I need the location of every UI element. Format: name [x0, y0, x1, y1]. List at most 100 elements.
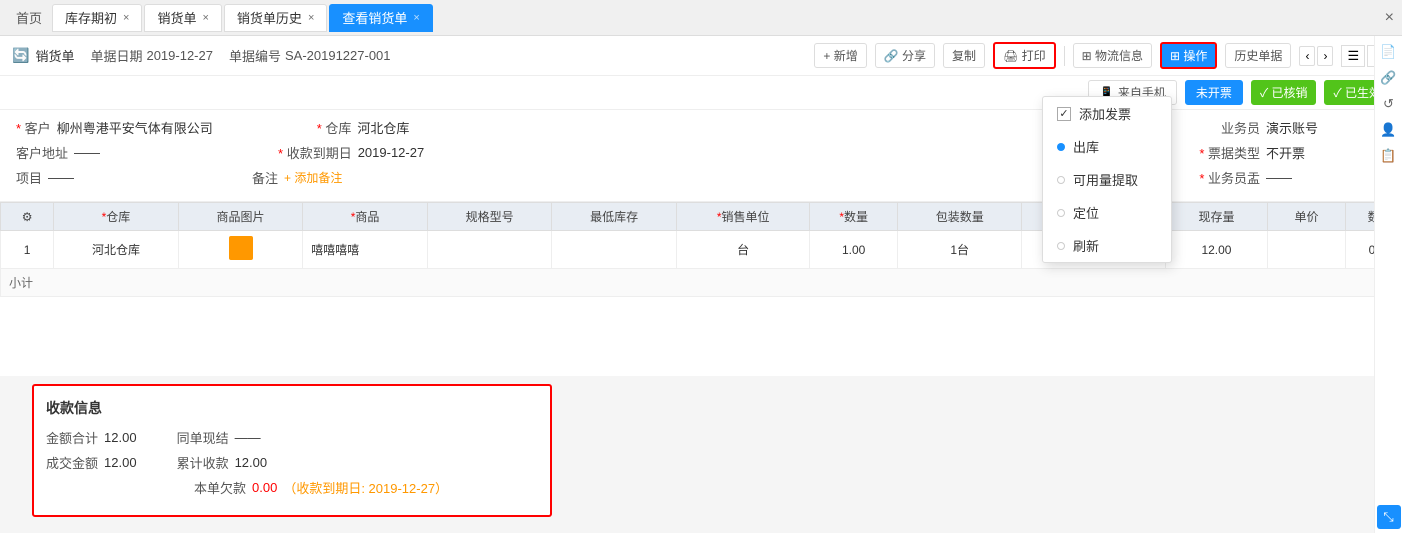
outbound-dot	[1057, 143, 1065, 151]
employee-field: 业务员 演示账号	[1221, 118, 1386, 137]
product-image	[229, 236, 253, 260]
col-unit: *销售单位	[676, 203, 810, 231]
not-opened-button[interactable]: 未开票	[1185, 80, 1243, 105]
print-button[interactable]: 🖨 打印	[993, 42, 1056, 69]
cell-quantity: 1.00	[810, 231, 898, 269]
tab-inventory[interactable]: 库存期初 ×	[52, 4, 142, 32]
ticket-type-label: 票据类型	[1199, 143, 1260, 162]
warehouse-label: 仓库	[317, 118, 352, 137]
table-section: ⚙ *仓库 商品图片 *商品 规格型号 最低库存 *销售单位 *数量 包装数量 …	[0, 202, 1402, 376]
add-note-button[interactable]: + 添加备注	[284, 169, 342, 186]
doc-header: 🔄 销货单 单据日期 2019-12-27 单据编号 SA-20191227-0…	[0, 36, 1402, 76]
project-value: ——	[48, 170, 168, 185]
refresh-label: 刷新	[1073, 236, 1099, 255]
cell-spec	[427, 231, 552, 269]
same-order-label: 同单现结	[177, 428, 229, 447]
locate-label: 定位	[1073, 203, 1099, 222]
address-value: ——	[74, 145, 194, 160]
outbound-label: 出库	[1073, 137, 1099, 156]
share-button[interactable]: 🔗 分享	[875, 43, 935, 68]
dropdown-item-locate[interactable]: 定位	[1043, 196, 1171, 229]
ops-button[interactable]: ⊞ 操作	[1160, 42, 1217, 69]
invoice-label: 添加发票	[1079, 104, 1131, 123]
doc-title-text: 销货单	[35, 46, 74, 65]
dropdown-item-outbound[interactable]: 出库	[1043, 130, 1171, 163]
cell-index: 1	[1, 231, 54, 269]
employee-label: 业务员	[1221, 118, 1260, 137]
current-due-label: 本单欠款	[194, 478, 246, 497]
doc-number-label: 单据编号	[229, 46, 281, 65]
copy-button[interactable]: 复制	[943, 43, 985, 68]
ops-dropdown-menu: ✓ 添加发票 出库 可用量提取 定位 刷新	[1042, 96, 1172, 263]
sidebar-icon-expand[interactable]: ⤡	[1377, 505, 1401, 529]
col-gear[interactable]: ⚙	[1, 203, 54, 231]
current-due-item: 本单欠款 0.00 （收款到期日: 2019-12-27）	[194, 478, 448, 497]
tab-inventory-label: 库存期初	[65, 8, 117, 27]
cell-warehouse: 河北仓库	[54, 231, 179, 269]
next-arrow[interactable]: ›	[1317, 46, 1333, 66]
close-tab-sales-history[interactable]: ×	[308, 12, 314, 24]
available-label: 可用量提取	[1073, 170, 1138, 189]
dropdown-item-refresh[interactable]: 刷新	[1043, 229, 1171, 262]
salesman-field: 业务员盂 ——	[1199, 168, 1386, 187]
list-view-button[interactable]: ☰	[1341, 45, 1365, 67]
confirmed-button[interactable]: ✓ 已核销	[1251, 80, 1317, 105]
amount-total-label: 金额合计	[46, 428, 98, 447]
doc-date-value: 2019-12-27	[146, 48, 213, 63]
col-image: 商品图片	[178, 203, 303, 231]
cumulative-value: 12.00	[235, 455, 268, 470]
close-tab-sales[interactable]: ×	[202, 12, 208, 24]
sidebar-icon-refresh[interactable]: ↺	[1377, 92, 1401, 116]
salesman-label: 业务员盂	[1199, 168, 1260, 187]
tab-sales-history[interactable]: 销货单历史 ×	[224, 4, 327, 32]
address-field: 客户地址 ——	[16, 143, 194, 162]
tab-sales-label: 销货单	[157, 8, 196, 27]
current-due-value: 0.00	[252, 480, 277, 495]
col-pack-qty: 包装数量	[897, 203, 1022, 231]
prev-arrow[interactable]: ‹	[1299, 46, 1315, 66]
same-order-value: ——	[235, 430, 261, 445]
tab-sales[interactable]: 销货单 ×	[144, 4, 221, 32]
tab-home[interactable]: 首页	[8, 8, 50, 27]
due-date-value: 2019-12-27	[358, 145, 478, 160]
toolbar: + 新增 🔗 分享 复制 🖨 打印 ⊞ 物流信息 ⊞ 操作 历史单据 ‹ › ☰…	[814, 42, 1390, 69]
sidebar-icon-doc[interactable]: 📄	[1377, 40, 1401, 64]
dropdown-item-available[interactable]: 可用量提取	[1043, 163, 1171, 196]
sidebar-icon-list[interactable]: 📋	[1377, 144, 1401, 168]
divider	[1064, 46, 1065, 66]
doc-date-label: 单据日期	[90, 46, 142, 65]
table-row: 1 河北仓库 嘻嘻嘻嘻 台 1.00 1台 12.00	[1, 231, 1402, 269]
dropdown-item-invoice[interactable]: ✓ 添加发票	[1043, 97, 1171, 130]
close-window-button[interactable]: ×	[1385, 9, 1394, 27]
transaction-item: 成交金额 12.00	[46, 453, 137, 472]
cell-pack-qty: 1台	[897, 231, 1022, 269]
close-tab-inventory[interactable]: ×	[123, 12, 129, 24]
project-field: 项目 ——	[16, 168, 168, 187]
sidebar-icon-user[interactable]: 👤	[1377, 118, 1401, 142]
tab-sales-history-label: 销货单历史	[237, 8, 302, 27]
same-order-item: 同单现结 ——	[177, 428, 261, 447]
add-button[interactable]: + 新增	[814, 43, 866, 68]
invoice-checkbox[interactable]: ✓	[1057, 107, 1071, 121]
cumulative-label: 累计收款	[177, 453, 229, 472]
history-button[interactable]: 历史单据	[1225, 43, 1291, 68]
customer-field: 客户 柳州粤港平安气体有限公司	[16, 118, 213, 137]
doc-date-field: 单据日期 2019-12-27	[90, 46, 213, 65]
tab-view-sales[interactable]: 查看销货单 ×	[329, 4, 432, 32]
ticket-type-value: 不开票	[1266, 143, 1386, 162]
cell-min-stock	[552, 231, 677, 269]
available-dot	[1057, 176, 1065, 184]
col-price: 单价	[1267, 203, 1346, 231]
customer-label: 客户	[16, 118, 51, 137]
subtotal-label: 小计	[1, 269, 1402, 297]
locate-dot	[1057, 209, 1065, 217]
due-note: （收款到期日: 2019-12-27）	[283, 478, 448, 497]
note-field: 备注 + 添加备注	[252, 168, 342, 187]
note-label: 备注	[252, 168, 278, 187]
cell-product: 嘻嘻嘻嘻	[303, 231, 428, 269]
sidebar-icon-link[interactable]: 🔗	[1377, 66, 1401, 90]
col-current-stock: 现存量	[1166, 203, 1268, 231]
close-tab-view-sales[interactable]: ×	[413, 12, 419, 24]
amount-total-item: 金额合计 12.00	[46, 428, 137, 447]
logistics-button[interactable]: ⊞ 物流信息	[1073, 43, 1152, 68]
